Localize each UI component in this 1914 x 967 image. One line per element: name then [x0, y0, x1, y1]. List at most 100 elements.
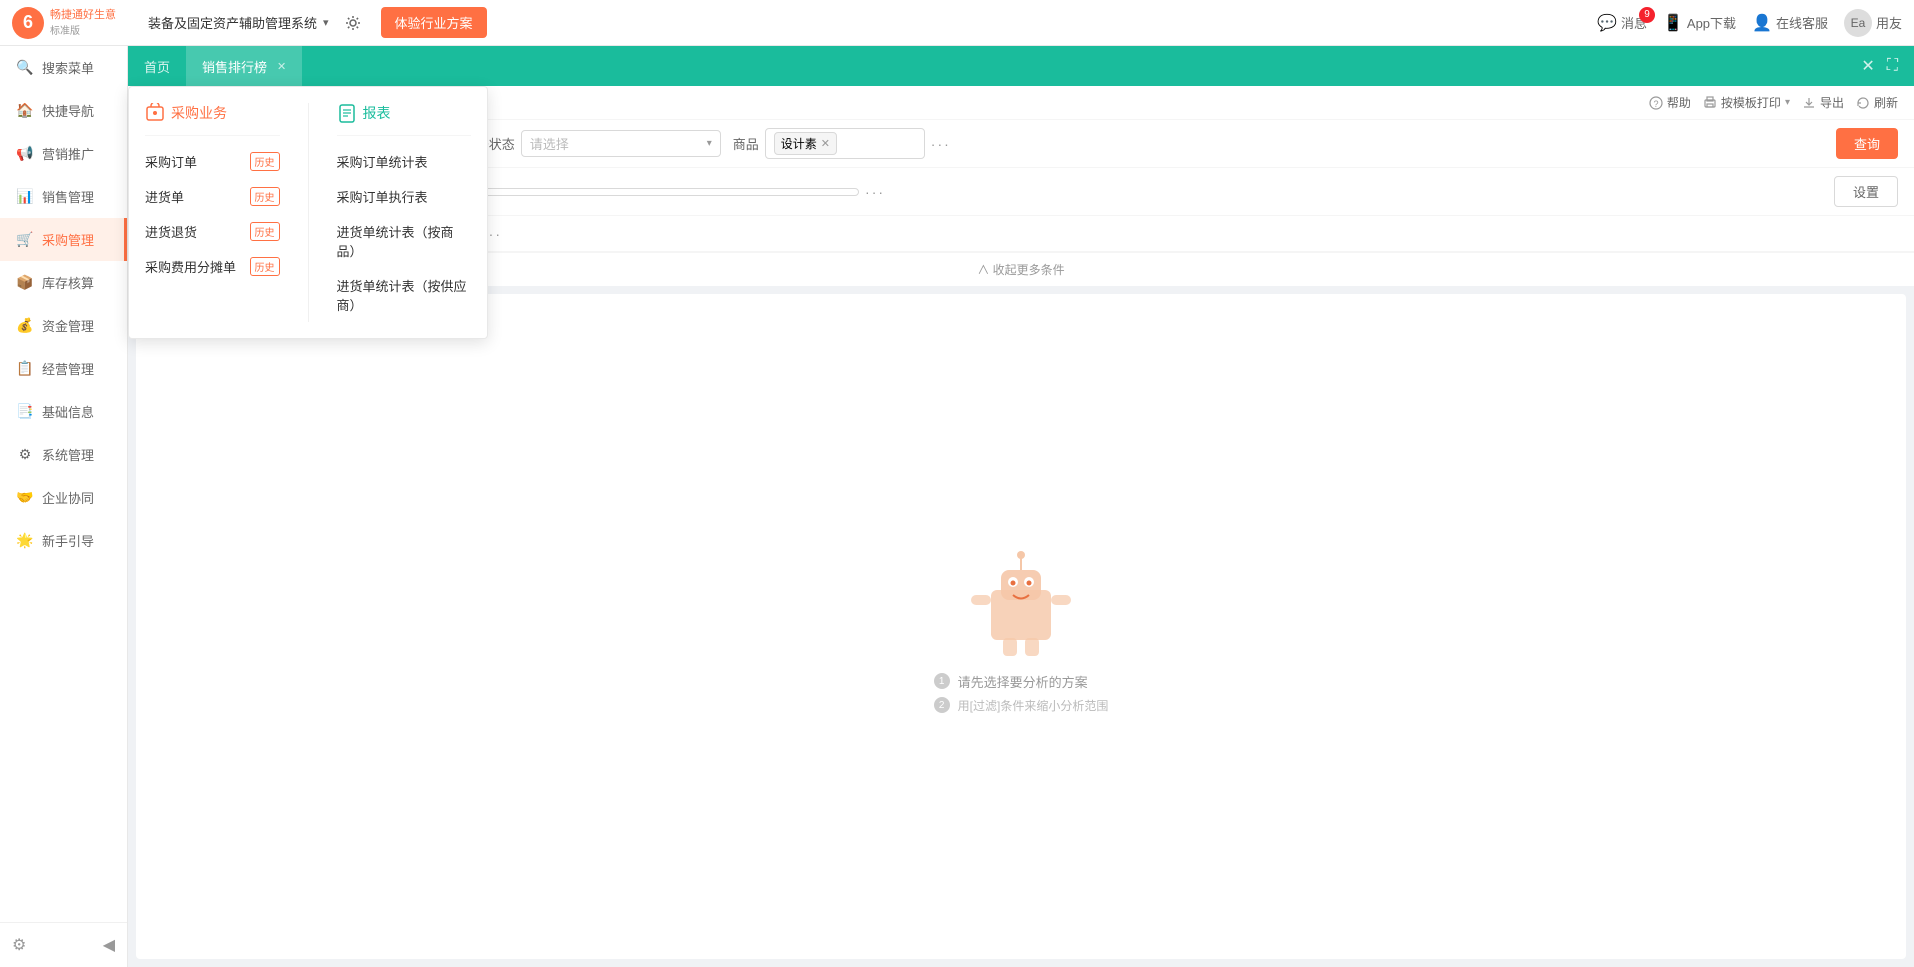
procurement-column: 采购业务 采购订单 历史 进货单 历史 进货退货 历史 采购费用分摊单 历史	[145, 103, 280, 322]
industry-button[interactable]: 体验行业方案	[381, 7, 487, 38]
tab-close-icon[interactable]: ✕	[277, 60, 286, 73]
help-label: 帮助	[1667, 94, 1691, 111]
purchase-order-stats-item[interactable]: 采购订单统计表	[337, 144, 472, 179]
user-label: 用友	[1876, 13, 1902, 32]
tab-sales-ranking-label: 销售排行榜	[202, 57, 267, 76]
purchase-expense-item[interactable]: 采购费用分摊单 历史	[145, 249, 280, 284]
sidebar-item-search[interactable]: 🔍 搜索菜单	[0, 46, 127, 89]
logo-icon: 6	[12, 7, 44, 39]
collapse-icon[interactable]: ◀	[103, 935, 115, 955]
sidebar-item-system[interactable]: ⚙ 系统管理	[0, 433, 127, 476]
sidebar: 🔍 搜索菜单 🏠 快捷导航 📢 营销推广 📊 销售管理 🛒 采购管	[0, 46, 128, 967]
sidebar-item-operations[interactable]: 📋 经营管理	[0, 347, 127, 390]
sidebar-label-guide: 新手引导	[42, 531, 94, 550]
sidebar-item-cooperation[interactable]: 🤝 企业协同	[0, 476, 127, 519]
app-download-item[interactable]: 📱 App下载	[1663, 13, 1736, 33]
query-buttons: 查询	[1836, 128, 1898, 159]
message-item[interactable]: 💬 消息 9	[1597, 13, 1647, 33]
basic-info-icon: 📑	[16, 403, 34, 421]
purchase-icon: 🛒	[16, 231, 34, 249]
refresh-label: 刷新	[1874, 94, 1898, 111]
empty-hint-1: 1 请先选择要分析的方案	[934, 672, 1088, 691]
purchase-order-history[interactable]: 历史	[250, 152, 280, 171]
goods-return-label: 进货退货	[145, 222, 197, 241]
goods-tag: 设计素 ✕	[774, 132, 837, 155]
reports-icon	[337, 103, 357, 123]
settings-icon[interactable]	[339, 9, 367, 37]
sidebar-item-quick-nav[interactable]: 🏠 快捷导航	[0, 89, 127, 132]
logo-char: 6	[23, 12, 33, 33]
goods-stats-by-supplier-label: 进货单统计表（按供应商）	[337, 276, 472, 314]
bill-status-select[interactable]: 请选择 ▾	[521, 130, 721, 157]
goods-stats-by-product-item[interactable]: 进货单统计表（按商品）	[337, 214, 472, 268]
refresh-link[interactable]: 刷新	[1856, 94, 1898, 111]
sidebar-label-finance: 资金管理	[42, 316, 94, 335]
sidebar-label-sales: 销售管理	[42, 187, 94, 206]
empty-state: 1 请先选择要分析的方案 2 用[过滤]条件来缩小分析范围	[136, 294, 1906, 959]
goods-return-history[interactable]: 历史	[250, 222, 280, 241]
operations-icon: 📋	[16, 360, 34, 378]
system-title-area: 装备及固定资产辅助管理系统 ▾ 体验行业方案	[148, 7, 487, 38]
online-service-item[interactable]: 👤 在线客服	[1752, 13, 1828, 33]
sidebar-item-sales[interactable]: 📊 销售管理	[0, 175, 127, 218]
inventory-icon: 📦	[16, 274, 34, 292]
menu-divider	[308, 103, 309, 322]
goods-receipt-item[interactable]: 进货单 历史	[145, 179, 280, 214]
sidebar-label-quick-nav: 快捷导航	[42, 101, 94, 120]
purchase-order-stats-label: 采购订单统计表	[337, 152, 428, 171]
settings-button[interactable]: 设置	[1834, 176, 1898, 207]
purchase-order-exec-item[interactable]: 采购订单执行表	[337, 179, 472, 214]
goods-item: 商品 设计素 ✕ ···	[733, 128, 951, 159]
salesperson-input[interactable]	[459, 188, 859, 196]
query-button[interactable]: 查询	[1836, 128, 1898, 159]
salesperson-more-btn[interactable]: ···	[865, 184, 885, 200]
empty-hints: 1 请先选择要分析的方案 2 用[过滤]条件来缩小分析范围	[934, 672, 1109, 714]
goods-receipt-label: 进货单	[145, 187, 184, 206]
goods-label: 商品	[733, 134, 759, 153]
bill-status-arrow: ▾	[707, 138, 712, 149]
avatar: Ea	[1844, 9, 1872, 37]
cooperation-icon: 🤝	[16, 489, 34, 507]
sidebar-item-purchase[interactable]: 🛒 采购管理	[0, 218, 127, 261]
app-download-label: App下载	[1687, 13, 1736, 32]
logo-sub: 标准版	[50, 22, 116, 37]
purchase-expense-history[interactable]: 历史	[250, 257, 280, 276]
tab-bar: 首页 销售排行榜 ✕ ✕ ⛶	[128, 46, 1914, 86]
empty-hint-1-text: 请先选择要分析的方案	[958, 672, 1088, 691]
user-item[interactable]: Ea 用友	[1844, 9, 1902, 37]
empty-hint-2: 2 用[过滤]条件来缩小分析范围	[934, 697, 1109, 714]
empty-hint-2-text: 用[过滤]条件来缩小分析范围	[958, 697, 1109, 714]
goods-tag-close[interactable]: ✕	[821, 137, 830, 150]
goods-more-btn[interactable]: ···	[931, 136, 951, 152]
export-link[interactable]: 导出	[1802, 94, 1844, 111]
goods-stats-by-supplier-item[interactable]: 进货单统计表（按供应商）	[337, 268, 472, 322]
purchase-expense-label: 采购费用分摊单	[145, 257, 236, 276]
sidebar-label-purchase: 采购管理	[42, 230, 94, 249]
sidebar-item-inventory[interactable]: 📦 库存核算	[0, 261, 127, 304]
user-initial: Ea	[1851, 16, 1866, 30]
print-link[interactable]: 按模板打印 ▾	[1703, 94, 1790, 111]
collapse-label: 收起更多条件	[993, 263, 1065, 277]
purchase-order-item[interactable]: 采购订单 历史	[145, 144, 280, 179]
tab-close-all-icon[interactable]: ✕	[1857, 52, 1878, 80]
goods-return-item[interactable]: 进货退货 历史	[145, 214, 280, 249]
goods-input-area[interactable]: 设计素 ✕	[765, 128, 925, 159]
logo-text-area: 畅捷通好生意 标准版	[50, 8, 116, 37]
sidebar-item-finance[interactable]: 💰 资金管理	[0, 304, 127, 347]
purchase-dropdown-menu: 采购业务 采购订单 历史 进货单 历史 进货退货 历史 采购费用分摊单 历史	[128, 86, 488, 339]
title-dropdown-icon[interactable]: ▾	[323, 16, 329, 29]
tab-home[interactable]: 首页	[128, 46, 186, 86]
tab-expand-icon[interactable]: ⛶	[1883, 53, 1902, 79]
help-link[interactable]: ? 帮助	[1649, 94, 1691, 111]
settings-bottom-icon[interactable]: ⚙	[12, 935, 26, 955]
sidebar-item-basic-info[interactable]: 📑 基础信息	[0, 390, 127, 433]
print-label: 按模板打印	[1721, 94, 1781, 111]
bill-status-item: 单据状态 请选择 ▾	[463, 130, 721, 157]
export-label: 导出	[1820, 94, 1844, 111]
sidebar-item-guide[interactable]: 🌟 新手引导	[0, 519, 127, 562]
tab-sales-ranking[interactable]: 销售排行榜 ✕	[186, 46, 302, 86]
procurement-title-text: 采购业务	[171, 103, 227, 123]
goods-receipt-history[interactable]: 历史	[250, 187, 280, 206]
sidebar-item-marketing[interactable]: 📢 营销推广	[0, 132, 127, 175]
sales-icon: 📊	[16, 188, 34, 206]
